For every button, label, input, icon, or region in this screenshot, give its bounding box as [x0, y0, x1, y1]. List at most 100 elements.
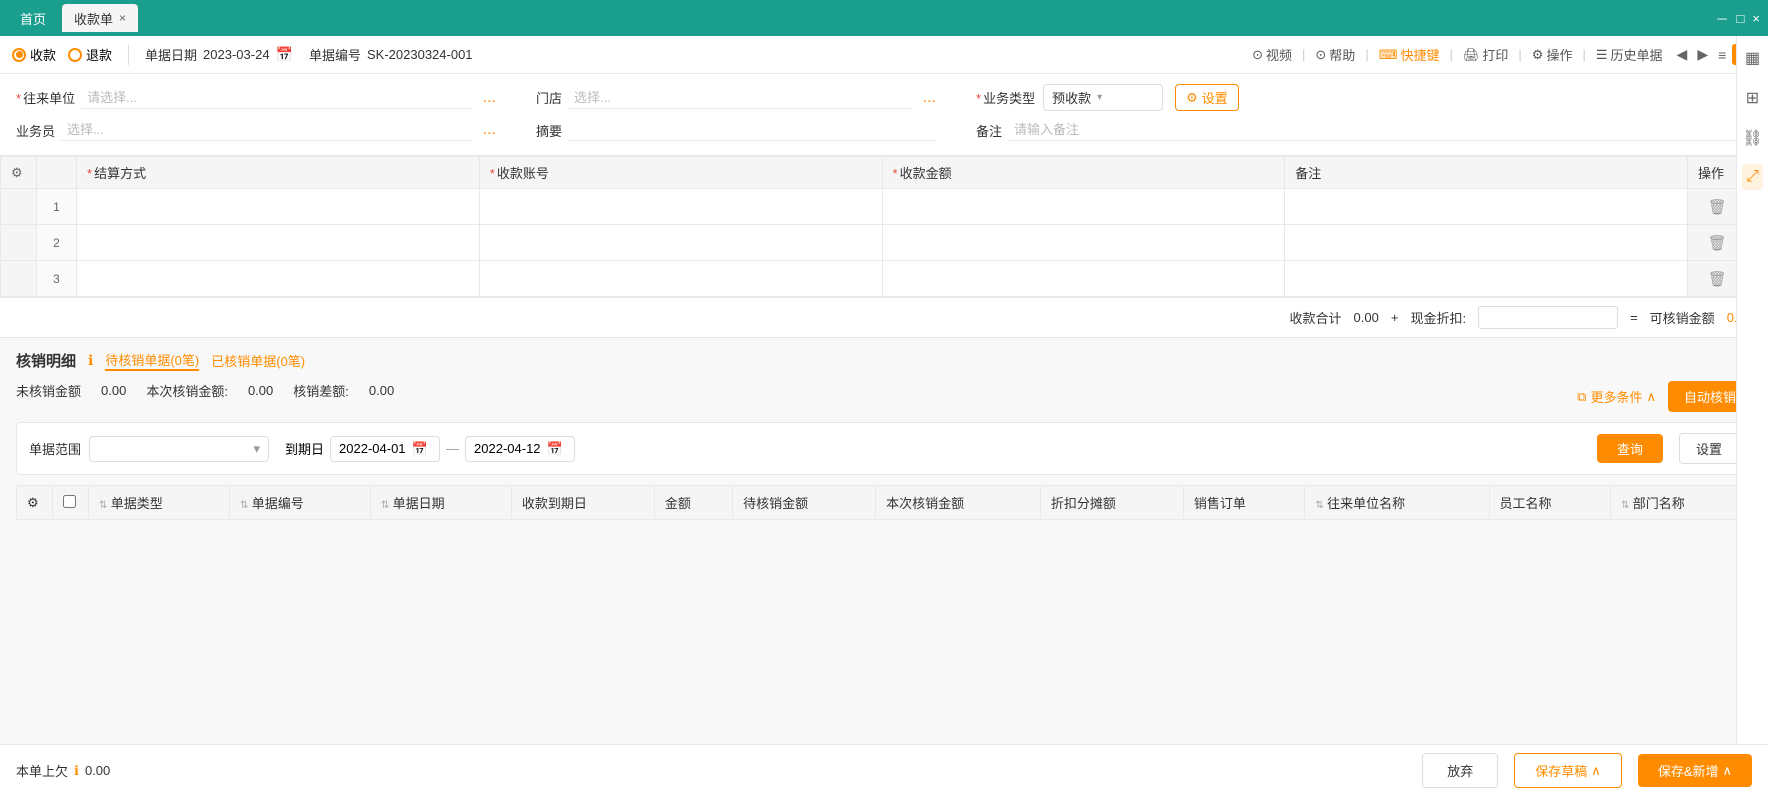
range-select[interactable]: ▾	[89, 436, 269, 462]
abandon-btn[interactable]: 放弃	[1422, 753, 1498, 788]
nav-next-icon[interactable]: ▶	[1693, 44, 1712, 65]
radio-shoukuan[interactable]: 收款	[12, 45, 56, 64]
unchecked-value: 0.00	[101, 383, 126, 398]
dan-num-field: 单据编号 SK-20230324-001	[309, 45, 473, 64]
action-shortcut[interactable]: ⌨ 快捷键	[1379, 45, 1440, 64]
bt-header-gear[interactable]: ⚙	[17, 486, 53, 520]
staff-input[interactable]	[61, 119, 473, 141]
sidebar-screen-icon[interactable]: ⤢	[1742, 164, 1763, 190]
note-input[interactable]	[1008, 119, 1752, 141]
row1-account[interactable]	[479, 189, 882, 225]
bt-check-all[interactable]	[63, 495, 76, 508]
reconcil-header: 核销明细 ℹ 待核销单据(0笔) 已核销单据(0笔)	[16, 350, 1752, 371]
due-date-end-input[interactable]: 2022-04-12 📅	[465, 436, 575, 462]
row2-settlement[interactable]	[77, 225, 480, 261]
tab-close-icon[interactable]: ×	[119, 11, 126, 25]
bt-header-sales-order: 销售订单	[1183, 486, 1304, 520]
row2-delete-btn[interactable]: 🗑	[1705, 232, 1730, 254]
range-label: 单据范围	[29, 439, 81, 458]
row1-settlement-input[interactable]	[77, 189, 479, 224]
footer-bar: 本单上欠 ℹ 0.00 放弃 保存草稿 ∧ 保存&新增 ∧	[0, 744, 1768, 796]
filter-icon: ⧉	[1577, 389, 1586, 405]
contact-input[interactable]	[81, 87, 473, 109]
row3-note[interactable]	[1285, 261, 1688, 297]
sidebar-link-icon[interactable]: ⛓	[1738, 124, 1766, 152]
bt-header-billdate: ⇅ 单据日期	[370, 486, 511, 520]
action-help[interactable]: ⊙ 帮助	[1315, 45, 1355, 64]
summary-input[interactable]	[568, 119, 936, 141]
window-maximize[interactable]: □	[1737, 11, 1745, 26]
table-header-gear[interactable]: ⚙	[1, 157, 37, 189]
layout-icon1[interactable]: ≡	[1714, 45, 1730, 65]
row3-note-input[interactable]	[1285, 261, 1687, 296]
row1-account-input[interactable]	[480, 189, 882, 224]
row2-amount[interactable]	[882, 225, 1285, 261]
discount-input[interactable]	[1478, 306, 1618, 329]
calendar-icon-date[interactable]: 📅	[276, 46, 293, 63]
calendar-icon-end[interactable]: 📅	[547, 441, 563, 457]
pending-tab[interactable]: 待核销单据(0笔)	[105, 350, 199, 371]
action-print[interactable]: 🖨 打印	[1463, 45, 1509, 64]
biz-type-field: *业务类型 预收款 ▾	[976, 84, 1163, 111]
form-row-1: *往来单位 ... 门店 ... *业务类型 预收款 ▾ ⚙ 设置	[16, 84, 1752, 111]
window-minimize[interactable]: －	[1716, 9, 1729, 28]
calendar-icon-start[interactable]: 📅	[412, 441, 428, 457]
row2-account[interactable]	[479, 225, 882, 261]
row3-amount-input[interactable]	[883, 261, 1285, 296]
row2-settlement-input[interactable]	[77, 225, 479, 260]
window-close[interactable]: ×	[1752, 11, 1760, 26]
store-input[interactable]	[568, 87, 913, 109]
store-more-btn[interactable]: ...	[923, 89, 936, 107]
row3-settlement-input[interactable]	[77, 261, 479, 296]
settings-button[interactable]: ⚙ 设置	[1175, 84, 1239, 111]
row2-amount-input[interactable]	[883, 225, 1285, 260]
done-tab[interactable]: 已核销单据(0笔)	[211, 351, 305, 370]
query-btn[interactable]: 查询	[1597, 434, 1663, 463]
row1-note-input[interactable]	[1285, 189, 1687, 224]
row2-account-input[interactable]	[480, 225, 882, 260]
action-history[interactable]: ☰ 历史单据	[1596, 45, 1663, 64]
nav-prev-icon[interactable]: ◀	[1673, 44, 1692, 65]
row2-gear	[1, 225, 37, 261]
row3-settlement[interactable]	[77, 261, 480, 297]
biz-type-dropdown[interactable]: 预收款 ▾	[1043, 84, 1163, 111]
reconcil-info-icon[interactable]: ℹ	[88, 352, 93, 369]
bt-header-billtype: ⇅ 单据类型	[89, 486, 230, 520]
radio-shoukuan-label: 收款	[30, 45, 56, 64]
reconcil-summary: 未核销金额 0.00 本次核销金额: 0.00 核销差额: 0.00	[16, 381, 394, 400]
row2-note-input[interactable]	[1285, 225, 1687, 260]
more-filter-btn[interactable]: ⧉ 更多条件 ∧	[1577, 387, 1656, 406]
limit-icon[interactable]: ℹ	[74, 763, 79, 779]
row1-amount-input[interactable]	[883, 189, 1285, 224]
bt-header-staff: 员工名称	[1489, 486, 1610, 520]
bt-header-check[interactable]	[53, 486, 89, 520]
sidebar-table-icon[interactable]: ▦	[1741, 44, 1764, 72]
footer-info: 本单上欠 ℹ 0.00	[16, 761, 110, 780]
table-gear-icon[interactable]: ⚙	[11, 165, 23, 180]
staff-more-btn[interactable]: ...	[483, 121, 496, 139]
row1-delete-btn[interactable]: 🗑	[1705, 196, 1730, 218]
note-label: 备注	[976, 121, 1002, 140]
action-operation[interactable]: ⚙ 操作	[1532, 45, 1573, 64]
row1-amount[interactable]	[882, 189, 1285, 225]
row3-account-input[interactable]	[480, 261, 882, 296]
tab-home[interactable]: 首页	[8, 4, 58, 32]
row2-note[interactable]	[1285, 225, 1688, 261]
row3-delete-btn[interactable]: 🗑	[1705, 268, 1730, 290]
row1-settlement[interactable]	[77, 189, 480, 225]
radio-tuikuan[interactable]: 退款	[68, 45, 112, 64]
row1-num: 1	[37, 189, 77, 225]
contact-more-btn[interactable]: ...	[483, 89, 496, 107]
filter-row: 单据范围 ▾ 到期日 2022-04-01 📅 — 2022-04-12 📅	[16, 422, 1752, 475]
bt-header-current: 本次核销金额	[876, 486, 1041, 520]
action-video[interactable]: ⊙ 视频	[1252, 45, 1292, 64]
tab-shoukuan[interactable]: 收款单 ×	[62, 4, 138, 32]
due-date-start-input[interactable]: 2022-04-01 📅	[330, 436, 440, 462]
save-new-btn[interactable]: 保存&新增 ∧	[1638, 754, 1752, 787]
row3-account[interactable]	[479, 261, 882, 297]
save-draft-btn[interactable]: 保存草稿 ∧	[1514, 753, 1622, 788]
filter-settings-btn[interactable]: 设置	[1679, 433, 1739, 464]
sidebar-layer-icon[interactable]: ⊞	[1742, 84, 1763, 112]
row3-amount[interactable]	[882, 261, 1285, 297]
row1-note[interactable]	[1285, 189, 1688, 225]
